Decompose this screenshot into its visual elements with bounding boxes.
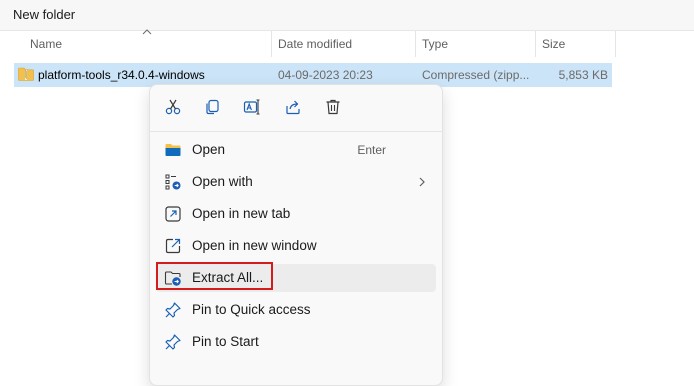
file-size: 5,853 KB <box>558 68 608 82</box>
chevron-right-icon <box>419 177 425 187</box>
pin-icon <box>165 334 181 350</box>
column-header-date-modified[interactable]: Date modified <box>272 31 416 57</box>
new-window-icon <box>165 238 181 254</box>
column-header-name[interactable]: Name <box>24 31 272 57</box>
copy-button[interactable] <box>199 95 225 119</box>
delete-button[interactable] <box>320 95 346 119</box>
file-type: Compressed (zipp... <box>422 68 530 82</box>
extract-icon <box>164 271 181 286</box>
zip-folder-icon <box>18 67 34 81</box>
menu-item-open-in-new-window[interactable]: Open in new window <box>156 232 436 260</box>
column-header-type[interactable]: Type <box>416 31 536 57</box>
cut-icon <box>165 99 181 115</box>
cut-button[interactable] <box>160 95 186 119</box>
open-with-icon <box>165 174 181 190</box>
quick-actions-bar <box>150 85 442 129</box>
rename-button[interactable] <box>239 95 265 119</box>
column-headers: Name Date modified Type Size <box>0 31 694 57</box>
window-title: New folder <box>13 7 76 22</box>
context-menu: Open Enter Open with Open in new tab Ope… <box>149 84 443 386</box>
menu-item-pin-to-quick-access[interactable]: Pin to Quick access <box>156 296 436 324</box>
column-header-size[interactable]: Size <box>536 31 616 57</box>
pin-icon <box>165 302 181 318</box>
menu-item-extract-all[interactable]: Extract All... <box>156 264 436 292</box>
menu-item-pin-to-start[interactable]: Pin to Start <box>156 328 436 356</box>
folder-open-icon <box>165 144 181 156</box>
new-tab-icon <box>165 206 181 222</box>
share-icon <box>286 100 300 115</box>
menu-item-open-with[interactable]: Open with <box>156 168 436 196</box>
title-bar: New folder <box>0 0 694 31</box>
copy-icon <box>206 99 219 115</box>
menu-item-open[interactable]: Open Enter <box>156 136 436 164</box>
share-button[interactable] <box>280 95 306 119</box>
menu-separator <box>150 131 442 132</box>
delete-icon <box>326 99 340 115</box>
menu-item-open-in-new-tab[interactable]: Open in new tab <box>156 200 436 228</box>
rename-icon <box>243 99 260 115</box>
shortcut-hint: Enter <box>357 143 386 157</box>
